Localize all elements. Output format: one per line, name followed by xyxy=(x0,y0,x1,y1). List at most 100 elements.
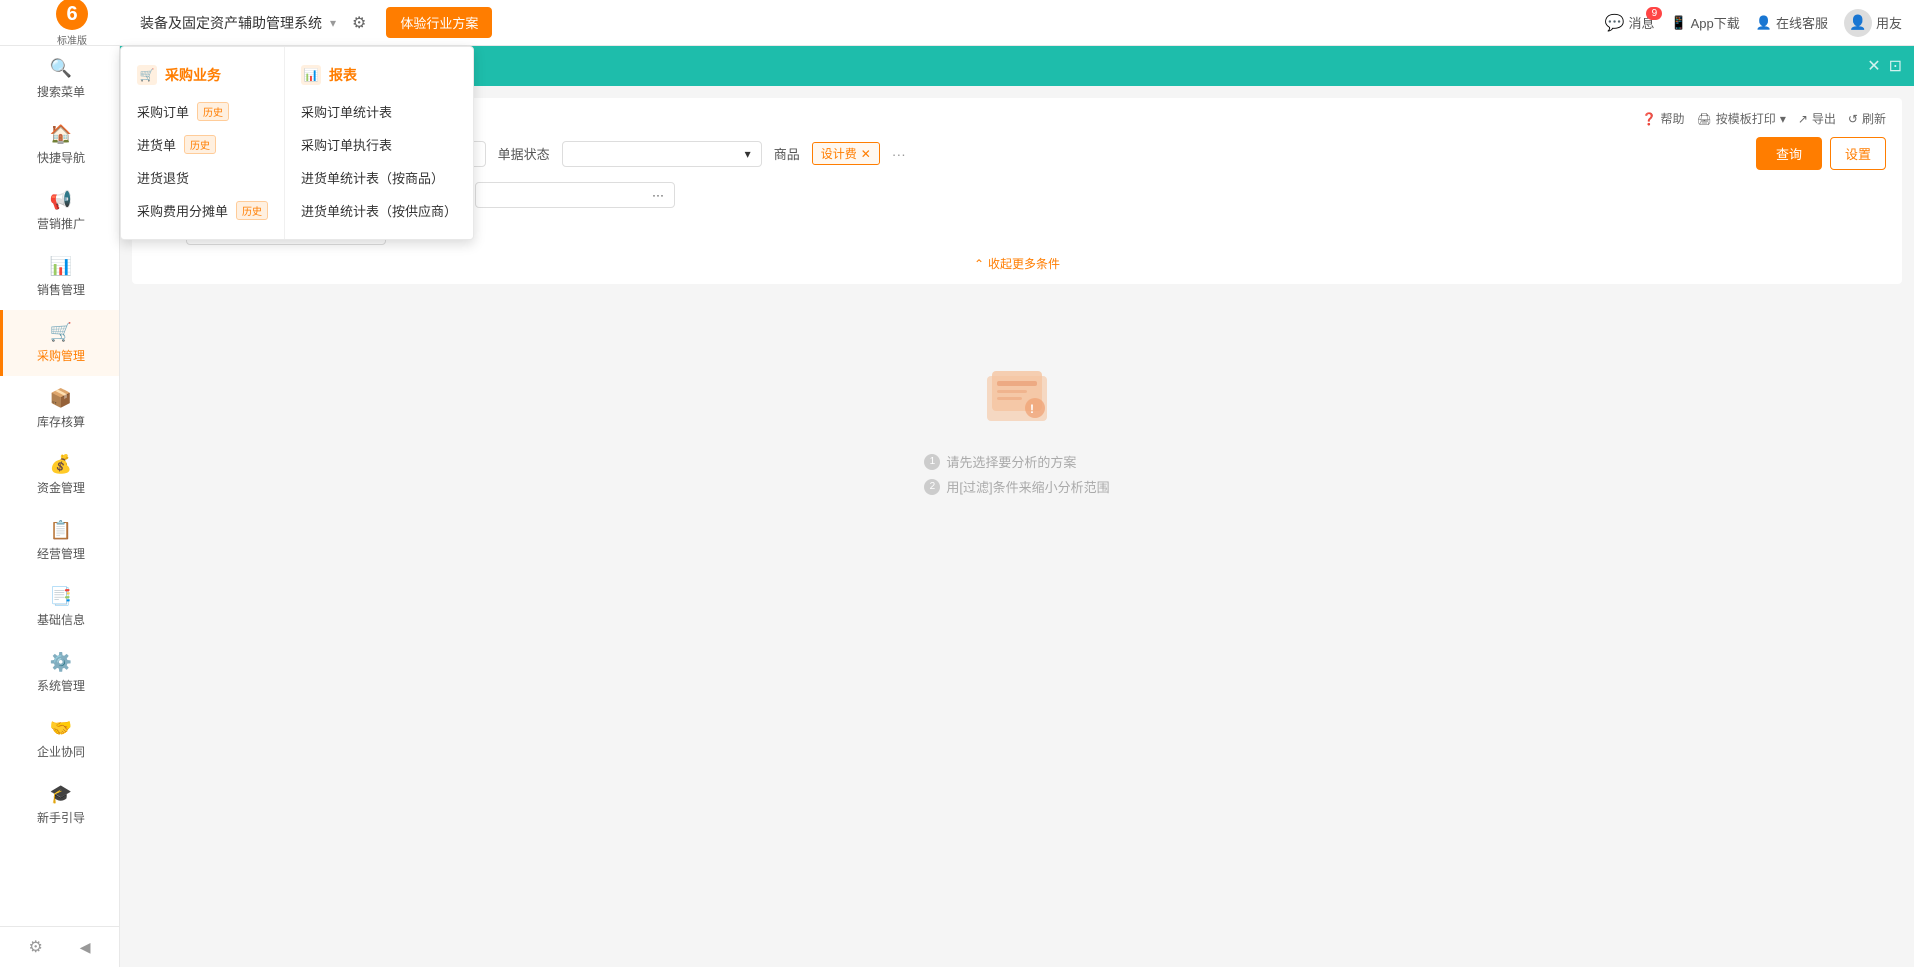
goods-tag-close-icon[interactable]: ✕ xyxy=(861,147,871,161)
sales-icon: 📊 xyxy=(50,256,72,277)
empty-hints: 1 请先选择要分析的方案 2 用[过滤]条件来缩小分析范围 xyxy=(924,452,1109,502)
sidebar-label-capital: 资金管理 xyxy=(37,479,85,496)
dropdown-purchase-fee[interactable]: 采购费用分摊单 历史 xyxy=(121,194,284,227)
collapse-label: 收起更多条件 xyxy=(988,255,1060,272)
empty-state: ! 1 请先选择要分析的方案 2 用[过滤]条件来缩小分析范围 xyxy=(132,296,1902,562)
logo-area: 6 标准版 xyxy=(12,0,132,47)
report-section-header: 📊 报表 xyxy=(285,59,473,95)
help-action[interactable]: ❓ 帮助 xyxy=(1642,110,1685,127)
refresh-action[interactable]: ↺ 刷新 xyxy=(1848,110,1886,127)
sidebar-item-marketing[interactable]: 📢 营销推广 xyxy=(0,178,119,244)
goods-filter-tag: 设计费 ✕ xyxy=(812,142,880,165)
purchase-section-title: 采购业务 xyxy=(165,65,221,85)
top-header: 6 标准版 装备及固定资产辅助管理系统 ▾ ⚙ 体验行业方案 💬 9 消息 📱 … xyxy=(0,0,1914,46)
notification-action[interactable]: 💬 9 消息 xyxy=(1605,13,1655,33)
purchase-dropdown-menu: 🛒 采购业务 采购订单 历史 进货单 历史 进货退货 采购费用分摊单 历史 📊 … xyxy=(120,46,474,240)
collapse-up-icon: ⌃ xyxy=(974,257,984,271)
sidebar-label-inventory: 库存核算 xyxy=(37,413,85,430)
purchase-fee-label: 采购费用分摊单 xyxy=(137,201,228,220)
dropdown-purchase-in[interactable]: 进货单 历史 xyxy=(121,128,284,161)
system-dropdown-arrow[interactable]: ▾ xyxy=(330,16,336,30)
tab-window-close-icon[interactable]: ✕ xyxy=(1867,56,1880,76)
rpt-in-by-goods-label: 进货单统计表（按商品） xyxy=(301,168,444,187)
tab-window-maximize-icon[interactable]: ⊡ xyxy=(1889,56,1902,76)
purchase-icon: 🛒 xyxy=(50,322,72,343)
setting-button[interactable]: 设置 xyxy=(1830,137,1886,170)
sidebar-collapse-icon[interactable]: ◀ xyxy=(80,939,91,956)
export-label: 导出 xyxy=(1812,110,1836,127)
report-header-icon: 📊 xyxy=(301,65,321,85)
sidebar-item-purchase[interactable]: 🛒 采购管理 xyxy=(0,310,119,376)
sidebar-item-enterprise[interactable]: 🤝 企业协同 xyxy=(0,706,119,772)
sidebar-settings-icon[interactable]: ⚙ xyxy=(28,937,42,957)
sidebar: 🔍 搜索菜单 🏠 快捷导航 📢 营销推广 📊 销售管理 🛒 采购管理 📦 库存核… xyxy=(0,46,120,967)
guide-icon: 🎓 xyxy=(50,784,72,805)
empty-hint-2: 2 用[过滤]条件来缩小分析范围 xyxy=(924,477,1109,496)
marketing-icon: 📢 xyxy=(50,190,72,211)
industry-btn[interactable]: 体验行业方案 xyxy=(386,7,492,38)
enterprise-icon: 🤝 xyxy=(50,718,72,739)
export-action[interactable]: ↗ 导出 xyxy=(1798,110,1836,127)
system-title: 装备及固定资产辅助管理系统 ▾ ⚙ 体验行业方案 xyxy=(132,7,1605,38)
dropdown-rpt-order-exec[interactable]: 采购订单执行表 xyxy=(285,128,473,161)
user-avatar: 👤 xyxy=(1844,9,1872,37)
sidebar-item-search[interactable]: 🔍 搜索菜单 xyxy=(0,46,119,112)
service-icon: 👤 xyxy=(1756,15,1772,31)
salesperson-chevron: ··· xyxy=(652,188,664,202)
header-right: 💬 9 消息 📱 App下载 👤 在线客服 👤 用友 xyxy=(1605,9,1902,37)
dropdown-rpt-order-stat[interactable]: 采购订单统计表 xyxy=(285,95,473,128)
online-service-action[interactable]: 👤 在线客服 xyxy=(1756,13,1828,32)
sidebar-label-purchase: 采购管理 xyxy=(37,347,85,364)
empty-hint-2-text: 用[过滤]条件来缩小分析范围 xyxy=(946,477,1109,496)
message-icon: 💬 xyxy=(1605,13,1625,33)
purchase-return-label: 进货退货 xyxy=(137,168,189,187)
print-template-action[interactable]: 🖨 按模板打印 ▾ xyxy=(1697,110,1786,127)
user-action[interactable]: 👤 用友 xyxy=(1844,9,1902,37)
logo-icon: 6 xyxy=(56,0,88,30)
inventory-icon: 📦 xyxy=(50,388,72,409)
sidebar-item-operations[interactable]: 📋 经营管理 xyxy=(0,508,119,574)
sidebar-label-enterprise: 企业协同 xyxy=(37,743,85,760)
rpt-order-stat-label: 采购订单统计表 xyxy=(301,102,392,121)
dropdown-rpt-in-by-supplier[interactable]: 进货单统计表（按供应商） xyxy=(285,194,473,227)
home-icon: 🏠 xyxy=(50,124,72,145)
purchase-in-label: 进货单 xyxy=(137,135,176,154)
salesperson-select[interactable]: ··· xyxy=(475,182,675,208)
bill-status-select[interactable]: ▾ xyxy=(562,141,762,167)
capital-icon: 💰 xyxy=(50,454,72,475)
basic-info-icon: 📑 xyxy=(50,586,72,607)
notification-badge: 9 xyxy=(1646,7,1662,20)
refresh-icon: ↺ xyxy=(1848,112,1858,126)
print-dropdown-icon: ▾ xyxy=(1780,112,1786,126)
goods-filter-label: 商品 xyxy=(774,144,800,163)
sidebar-item-sales[interactable]: 📊 销售管理 xyxy=(0,244,119,310)
sidebar-label-basic-info: 基础信息 xyxy=(37,611,85,628)
sidebar-item-system[interactable]: ⚙️ 系统管理 xyxy=(0,640,119,706)
svg-text:!: ! xyxy=(1030,402,1034,416)
purchase-order-label: 采购订单 xyxy=(137,102,189,121)
purchase-col: 🛒 采购业务 采购订单 历史 进货单 历史 进货退货 采购费用分摊单 历史 xyxy=(121,47,285,239)
sidebar-label-sales: 销售管理 xyxy=(37,281,85,298)
purchase-order-history-badge: 历史 xyxy=(197,102,229,121)
system-settings-icon[interactable]: ⚙ xyxy=(352,13,366,33)
collapse-btn[interactable]: ⌃ 收起更多条件 xyxy=(148,255,1886,272)
refresh-label: 刷新 xyxy=(1862,110,1886,127)
sidebar-item-quick-nav[interactable]: 🏠 快捷导航 xyxy=(0,112,119,178)
sidebar-item-inventory[interactable]: 📦 库存核算 xyxy=(0,376,119,442)
goods-more-btn[interactable]: ··· xyxy=(892,146,906,162)
help-label: 帮助 xyxy=(1661,110,1685,127)
app-download-action[interactable]: 📱 App下载 xyxy=(1670,13,1739,32)
sidebar-item-guide[interactable]: 🎓 新手引导 xyxy=(0,772,119,838)
dropdown-rpt-in-by-goods[interactable]: 进货单统计表（按商品） xyxy=(285,161,473,194)
sidebar-item-capital[interactable]: 💰 资金管理 xyxy=(0,442,119,508)
print-icon: 🖨 xyxy=(1697,112,1712,126)
dropdown-purchase-order[interactable]: 采购订单 历史 xyxy=(121,95,284,128)
query-button[interactable]: 查询 xyxy=(1756,137,1822,170)
sidebar-item-basic-info[interactable]: 📑 基础信息 xyxy=(0,574,119,640)
dropdown-purchase-return[interactable]: 进货退货 xyxy=(121,161,284,194)
report-section-title: 报表 xyxy=(329,65,357,85)
sidebar-label-search: 搜索菜单 xyxy=(37,83,85,100)
online-service-label: 在线客服 xyxy=(1776,13,1828,32)
sidebar-label-marketing: 营销推广 xyxy=(37,215,85,232)
empty-hint-1: 1 请先选择要分析的方案 xyxy=(924,452,1109,471)
